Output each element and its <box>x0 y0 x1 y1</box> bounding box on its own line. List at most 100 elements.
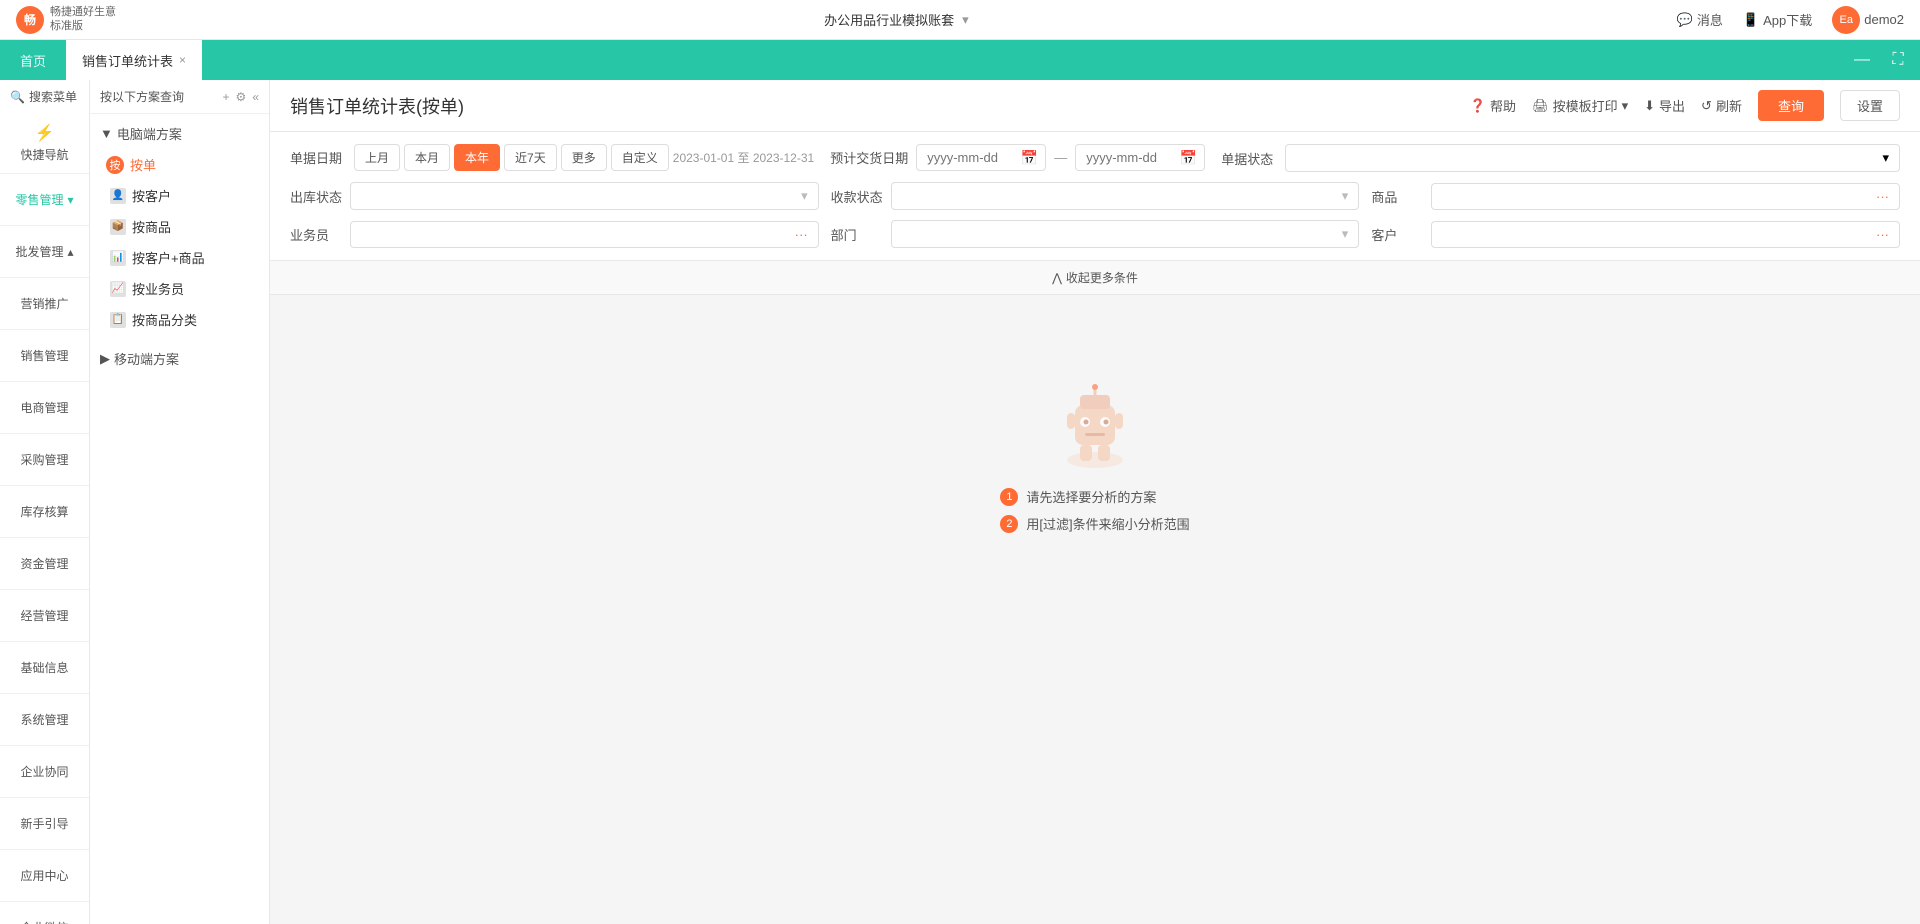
empty-tips: 1 请先选择要分析的方案 2 用[过滤]条件来缩小分析范围 <box>1000 487 1189 533</box>
sidebar-item-purchase[interactable]: 采购管理 <box>0 434 89 486</box>
sidebar-item-retail[interactable]: 零售管理 ▾ <box>0 174 89 226</box>
product-item: 商品 ··· <box>1371 183 1900 210</box>
sidebar-item-wechat[interactable]: 企业微信 <box>0 902 89 924</box>
sidebar-item-inventory[interactable]: 库存核算 <box>0 486 89 538</box>
maximize-icon[interactable]: ⛶ <box>1884 46 1912 74</box>
customer-label: 客户 <box>1371 225 1423 244</box>
mobile-schemes-group: ▶ 移动端方案 <box>90 339 269 378</box>
delivery-status-label: 出库状态 <box>290 187 342 206</box>
payment-arrow-icon: ▾ <box>1342 188 1349 204</box>
scheme-customer-product-icon: 📊 <box>110 250 126 266</box>
print-button[interactable]: 🖨 按模板打印 ▾ <box>1532 96 1628 115</box>
this-month-btn[interactable]: 本月 <box>404 144 450 171</box>
sidebar-item-base[interactable]: 基础信息 <box>0 642 89 694</box>
tab-sales-order[interactable]: 销售订单统计表 × <box>66 40 202 80</box>
custom-dates-btn[interactable]: 自定义 <box>611 144 669 171</box>
add-scheme-icon[interactable]: + <box>223 90 230 104</box>
product-select[interactable]: ··· <box>1431 183 1900 210</box>
top-bar-left: 畅 畅捷通好生意 标准版 <box>16 6 116 34</box>
query-button[interactable]: 查询 <box>1758 90 1824 121</box>
department-select[interactable]: ▾ <box>891 220 1360 248</box>
print-dropdown-icon: ▾ <box>1622 98 1629 114</box>
delivery-status-select[interactable]: ▾ <box>350 182 819 210</box>
sidebar-item-marketing[interactable]: 营销推广 <box>0 278 89 330</box>
minimize-icon[interactable]: — <box>1848 46 1876 74</box>
messages-button[interactable]: 💬 消息 <box>1677 10 1723 29</box>
help-button[interactable]: ❓ 帮助 <box>1470 96 1516 115</box>
avatar: Ea <box>1832 6 1860 34</box>
tip-num-1: 1 <box>1000 488 1018 506</box>
search-menu-button[interactable]: 🔍 搜索菜单 <box>0 80 89 113</box>
customer-select[interactable]: ··· <box>1431 221 1900 248</box>
scheme-by-product[interactable]: 📦 按商品 <box>90 211 269 242</box>
sidebar-item-apps[interactable]: 应用中心 <box>0 850 89 902</box>
filter-area: 单据日期 上月 本月 本年 近7天 更多 自定义 2023-01-01 至 20… <box>270 132 1920 261</box>
company-dropdown-icon[interactable]: ▾ <box>962 12 969 28</box>
settings-button[interactable]: 设置 <box>1840 90 1900 121</box>
app-download-button[interactable]: 📱 App下载 <box>1743 10 1812 29</box>
more-dates-btn[interactable]: 更多 <box>561 144 607 171</box>
refresh-button[interactable]: ↺ 刷新 <box>1701 96 1742 115</box>
delivery-arrow-icon: ▾ <box>801 188 808 204</box>
empty-tip-2: 2 用[过滤]条件来缩小分析范围 <box>1000 514 1189 533</box>
filter-row-1: 单据日期 上月 本月 本年 近7天 更多 自定义 2023-01-01 至 20… <box>290 144 1900 172</box>
sidebar-item-operations[interactable]: 经营管理 <box>0 590 89 642</box>
sidebar-item-system[interactable]: 系统管理 <box>0 694 89 746</box>
pc-group-header[interactable]: ▼ 电脑端方案 <box>90 118 269 149</box>
tip-num-2: 2 <box>1000 515 1018 533</box>
sidebar-item-quick-nav[interactable]: ⚡ 快捷导航 <box>0 113 89 174</box>
pc-schemes-group: ▼ 电脑端方案 按 按单 👤 按客户 📦 按商品 📊 按客户+商品 📈 <box>90 114 269 339</box>
salesperson-item: 业务员 ··· <box>290 221 819 248</box>
salesperson-more-icon[interactable]: ··· <box>795 227 808 242</box>
mobile-group-header[interactable]: ▶ 移动端方案 <box>90 343 269 374</box>
tab-home[interactable]: 首页 <box>0 40 66 80</box>
collapse-panel-icon[interactable]: « <box>252 90 259 104</box>
customer-more-icon[interactable]: ··· <box>1876 227 1889 242</box>
scheme-by-salesperson[interactable]: 📈 按业务员 <box>90 273 269 304</box>
scheme-settings-icon[interactable]: ⚙ <box>236 90 247 104</box>
sidebar-item-ecommerce[interactable]: 电商管理 <box>0 382 89 434</box>
scheme-by-order[interactable]: 按 按单 <box>90 149 269 180</box>
scheme-by-customer[interactable]: 👤 按客户 <box>90 180 269 211</box>
salesperson-label: 业务员 <box>290 225 342 244</box>
scheme-by-customer-product[interactable]: 📊 按客户+商品 <box>90 242 269 273</box>
bill-status-arrow: ▾ <box>1882 150 1889 166</box>
sidebar-item-enterprise[interactable]: 企业协同 <box>0 746 89 798</box>
bill-status-select[interactable]: ▾ <box>1285 144 1900 172</box>
last-7-days-btn[interactable]: 近7天 <box>504 144 557 171</box>
header-actions: ❓ 帮助 🖨 按模板打印 ▾ ⬇ 导出 ↺ 刷新 查询 <box>1470 90 1900 121</box>
scheme-category-icon: 📋 <box>110 312 126 328</box>
prev-month-btn[interactable]: 上月 <box>354 144 400 171</box>
tab-close-icon[interactable]: × <box>179 53 186 67</box>
this-year-btn[interactable]: 本年 <box>454 144 500 171</box>
retail-arrow-icon: ▾ <box>67 193 73 207</box>
quick-nav-icon: ⚡ <box>35 123 55 143</box>
scheme-by-category[interactable]: 📋 按商品分类 <box>90 304 269 335</box>
top-bar: 畅 畅捷通好生意 标准版 办公用品行业模拟账套 ▾ 💬 消息 📱 App下载 E… <box>0 0 1920 40</box>
download-icon: 📱 <box>1743 12 1759 28</box>
messages-icon: 💬 <box>1677 12 1693 28</box>
left-panel-actions: + ⚙ « <box>223 90 259 104</box>
payment-status-label: 收款状态 <box>831 187 883 206</box>
export-button[interactable]: ⬇ 导出 <box>1644 96 1685 115</box>
bill-status-group: 单据状态 ▾ <box>1221 144 1900 172</box>
customer-item: 客户 ··· <box>1371 221 1900 248</box>
user-menu[interactable]: Ea demo2 <box>1832 6 1904 34</box>
department-item: 部门 ▾ <box>831 220 1360 248</box>
sidebar-item-sales[interactable]: 销售管理 <box>0 330 89 382</box>
salesperson-select[interactable]: ··· <box>350 221 819 248</box>
date-buttons: 上月 本月 本年 近7天 更多 自定义 2023-01-01 至 2023-12… <box>354 144 814 171</box>
collapse-bar[interactable]: ⋀ 收起更多条件 <box>270 261 1920 295</box>
refresh-icon: ↺ <box>1701 98 1712 114</box>
product-label: 商品 <box>1371 187 1423 206</box>
product-more-icon[interactable]: ··· <box>1876 189 1889 204</box>
company-selector[interactable]: 办公用品行业模拟账套 ▾ <box>824 10 969 29</box>
sidebar-item-finance[interactable]: 资金管理 <box>0 538 89 590</box>
payment-status-select[interactable]: ▾ <box>891 182 1360 210</box>
sidebar-item-newbie[interactable]: 新手引导 <box>0 798 89 850</box>
date-dash: — <box>1054 150 1067 165</box>
sidebar-item-wholesale[interactable]: 批发管理 ▴ <box>0 226 89 278</box>
filter-row-3: 业务员 ··· 部门 ▾ 客户 <box>290 220 1900 248</box>
scheme-customer-icon: 👤 <box>110 188 126 204</box>
left-panel: 按以下方案查询 + ⚙ « ▼ 电脑端方案 按 按单 👤 按客户 📦 <box>90 80 270 924</box>
